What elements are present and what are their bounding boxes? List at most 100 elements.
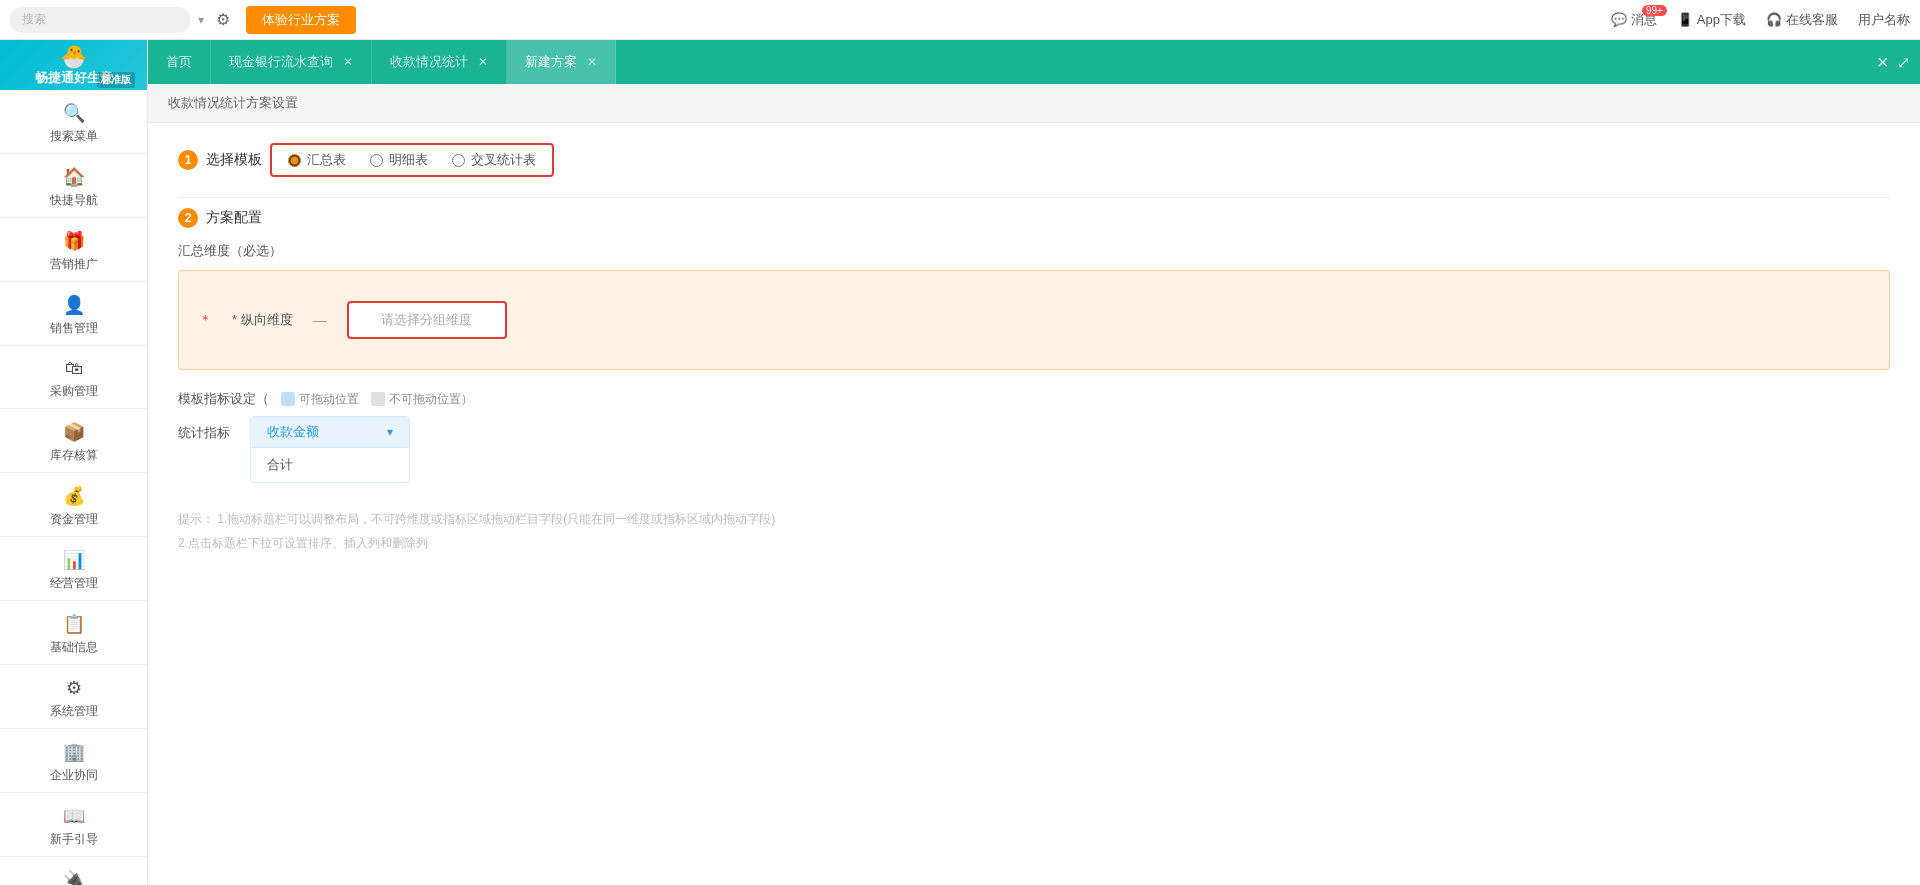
sidebar-item-search-menu[interactable]: 🔍 搜索菜单 [0, 90, 147, 154]
sidebar-item-label: 快捷导航 [50, 192, 98, 209]
movable-dot-icon [281, 392, 295, 406]
app-icon: 📱 [1677, 12, 1693, 27]
sidebar-item-label: 采购管理 [50, 383, 98, 400]
message-badge[interactable]: 💬 消息 99+ [1611, 11, 1657, 29]
sidebar-item-label: 销售管理 [50, 320, 98, 337]
tab-new-plan[interactable]: 新建方案 ✕ [507, 40, 616, 84]
metrics-label-text: 模板指标设定（ [178, 390, 269, 408]
user-label: 用户名称 [1858, 11, 1910, 29]
message-icon: 💬 [1611, 12, 1627, 27]
sidebar-item-label: 企业协同 [50, 767, 98, 784]
system-icon: ⚙ [66, 677, 82, 699]
sidebar-item-smart-hw[interactable]: 🔌 智能硬件 [0, 857, 147, 885]
movable-label: 可拖动位置 [299, 391, 359, 408]
tab-home-label: 首页 [166, 53, 192, 71]
sidebar-item-label: 营销推广 [50, 256, 98, 273]
tab-close-all-icon[interactable]: ✕ [1876, 53, 1889, 72]
app-download[interactable]: 📱 App下载 [1677, 11, 1746, 29]
sidebar-item-quick-nav[interactable]: 🏠 快捷导航 [0, 154, 147, 218]
tab-maximize-icon[interactable]: ⤢ [1897, 53, 1910, 72]
management-icon: 📊 [63, 549, 85, 571]
trial-button[interactable]: 体验行业方案 [246, 6, 356, 34]
step1-section: 1 选择模板 汇总表 明细表 [178, 143, 1890, 177]
main-layout: 🐣 畅捷通好生意 标准版 🔍 搜索菜单 🏠 快捷导航 🎁 营销推广 👤 销售管理… [0, 40, 1920, 885]
form-container: 1 选择模板 汇总表 明细表 [148, 123, 1920, 885]
tab-bank-flow[interactable]: 现金银行流水查询 ✕ [211, 40, 372, 84]
step-divider [178, 197, 1890, 198]
vertical-dim-label: * 纵向维度 [232, 311, 293, 329]
page-title-bar: 收款情况统计方案设置 [148, 84, 1920, 123]
tab-bank-flow-label: 现金银行流水查询 [229, 53, 333, 71]
radio-crosstab-input[interactable] [452, 154, 465, 167]
sidebar-item-enterprise-co[interactable]: 🏢 企业协同 [0, 729, 147, 793]
service-icon: 🎧 [1766, 12, 1782, 27]
metrics-content: 统计指标 收款金额 ▾ 合计 [178, 416, 1890, 483]
radio-crosstab[interactable]: 交叉统计表 [452, 151, 536, 169]
smart-hw-icon: 🔌 [63, 869, 85, 885]
metrics-table-header[interactable]: 收款金额 ▾ [251, 417, 409, 448]
radio-detail-input[interactable] [370, 154, 383, 167]
dim-arrow-icon: — [313, 312, 327, 328]
tab-collection-stats-close-icon[interactable]: ✕ [478, 55, 488, 69]
search-box[interactable]: 搜索 [10, 7, 190, 33]
step2-section: 2 方案配置 汇总维度（必选） ＊ * 纵向维度 — 请选择分组维度 [178, 208, 1890, 555]
metrics-header-text: 收款金额 [267, 423, 319, 441]
purchase-icon: 🛍 [65, 358, 83, 379]
sidebar-item-sales[interactable]: 👤 销售管理 [0, 282, 147, 346]
sidebar-item-finance[interactable]: 💰 资金管理 [0, 473, 147, 537]
search-text: 搜索 [22, 11, 46, 28]
quick-nav-icon: 🏠 [63, 166, 85, 188]
dimension-section: 汇总维度（必选） ＊ * 纵向维度 — 请选择分组维度 [178, 242, 1890, 370]
notification-count: 99+ [1642, 5, 1667, 16]
sidebar-item-inventory[interactable]: 📦 库存核算 [0, 409, 147, 473]
sidebar-item-label: 资金管理 [50, 511, 98, 528]
gear-icon[interactable]: ⚙ [216, 10, 230, 29]
tab-bank-flow-close-icon[interactable]: ✕ [343, 55, 353, 69]
metrics-table-cell: 合计 [251, 448, 409, 482]
dropdown-arrow-icon[interactable]: ▾ [198, 13, 204, 27]
radio-summary-label: 汇总表 [307, 151, 346, 169]
tab-collection-stats[interactable]: 收款情况统计 ✕ [372, 40, 507, 84]
metrics-dropdown-icon[interactable]: ▾ [387, 425, 393, 439]
sales-icon: 👤 [63, 294, 85, 316]
radio-detail[interactable]: 明细表 [370, 151, 428, 169]
radio-summary[interactable]: 汇总表 [288, 151, 346, 169]
sidebar-item-label: 经营管理 [50, 575, 98, 592]
sidebar-item-marketing[interactable]: 🎁 营销推广 [0, 218, 147, 282]
finance-icon: 💰 [63, 485, 85, 507]
step2-badge: 2 [178, 208, 198, 228]
tab-collection-stats-label: 收款情况统计 [390, 53, 468, 71]
dimension-area: ＊ * 纵向维度 — 请选择分组维度 [178, 270, 1890, 370]
movable-tag: 可拖动位置 [281, 391, 359, 408]
tab-new-plan-close-icon[interactable]: ✕ [587, 55, 597, 69]
step1-title: 选择模板 [206, 151, 262, 169]
edition-label: 标准版 [97, 72, 135, 88]
beginner-icon: 📖 [63, 805, 85, 827]
sidebar-item-management[interactable]: 📊 经营管理 [0, 537, 147, 601]
sidebar-item-basic-info[interactable]: 📋 基础信息 [0, 601, 147, 665]
dim-select-box[interactable]: 请选择分组维度 [347, 301, 507, 339]
metrics-section: 模板指标设定（ 可拖动位置 不可拖动位置） 统计指标 [178, 390, 1890, 483]
metrics-label-row: 模板指标设定（ 可拖动位置 不可拖动位置） [178, 390, 1890, 408]
user-info[interactable]: 用户名称 [1858, 11, 1910, 29]
tab-bar: 首页 现金银行流水查询 ✕ 收款情况统计 ✕ 新建方案 ✕ ✕ ⤢ [148, 40, 1920, 84]
radio-summary-input[interactable] [288, 154, 301, 167]
tab-home[interactable]: 首页 [148, 40, 211, 84]
hint-line-2: 2.点击标题栏下拉可设置排序、插入列和删除列 [178, 531, 1890, 555]
step2-header: 2 方案配置 [178, 208, 1890, 228]
sidebar-item-beginner[interactable]: 📖 新手引导 [0, 793, 147, 857]
step1-badge: 1 [178, 150, 198, 170]
step2-title: 方案配置 [206, 209, 262, 227]
immovable-label: 不可拖动位置） [389, 391, 473, 408]
sidebar-logo: 🐣 畅捷通好生意 标准版 [0, 40, 147, 90]
radio-detail-label: 明细表 [389, 151, 428, 169]
hint-section: 提示： 1.拖动标题栏可以调整布局，不可跨维度或指标区域拖动栏目字段(只能在同一… [178, 507, 1890, 555]
sidebar-item-label: 库存核算 [50, 447, 98, 464]
sidebar-item-system[interactable]: ⚙ 系统管理 [0, 665, 147, 729]
sidebar-item-purchase[interactable]: 🛍 采购管理 [0, 346, 147, 409]
enterprise-icon: 🏢 [63, 741, 85, 763]
step1-header: 1 选择模板 汇总表 明细表 [178, 143, 1890, 177]
online-service[interactable]: 🎧 在线客服 [1766, 11, 1838, 29]
top-header: 搜索 ▾ ⚙ 体验行业方案 💬 消息 99+ 📱 App下载 🎧 在线客服 用户… [0, 0, 1920, 40]
sidebar: 🐣 畅捷通好生意 标准版 🔍 搜索菜单 🏠 快捷导航 🎁 营销推广 👤 销售管理… [0, 40, 148, 885]
